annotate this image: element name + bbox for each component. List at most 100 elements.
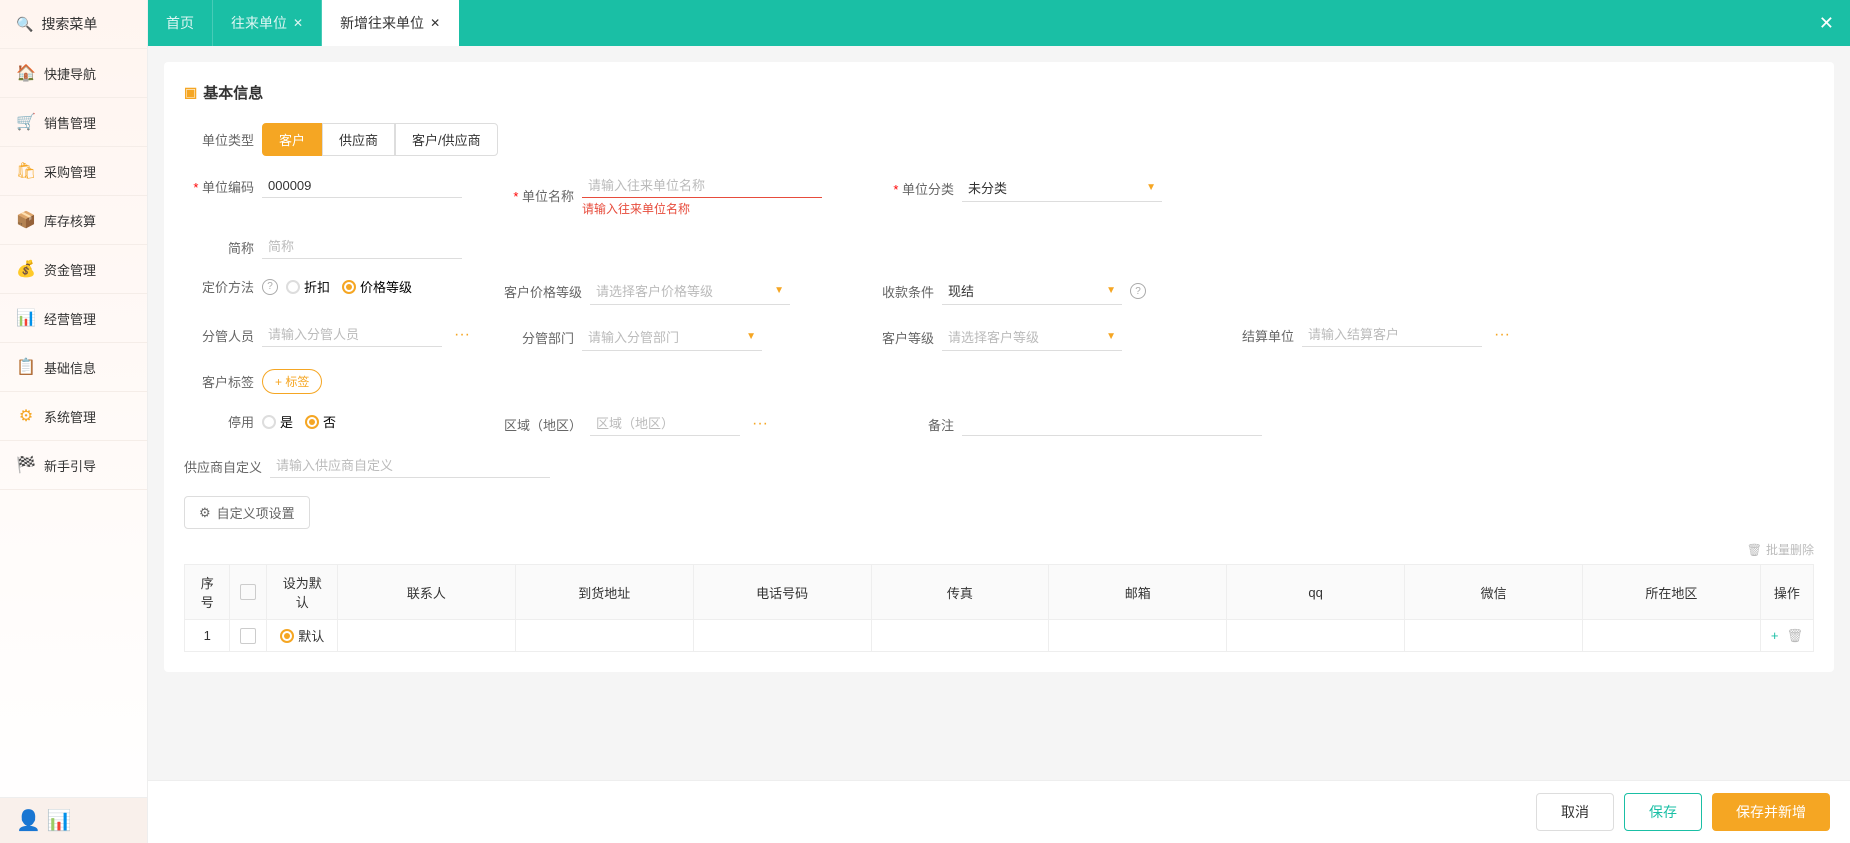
purchase-icon: 🛍 <box>16 161 36 181</box>
manager-more-btn[interactable]: ··· <box>450 326 474 344</box>
tab-home[interactable]: 首页 <box>148 0 213 46</box>
add-tag-btn[interactable]: + 标签 <box>262 369 322 394</box>
cell-phone[interactable] <box>693 620 871 652</box>
settlement-input[interactable] <box>1302 323 1482 347</box>
payment-terms-label: 收款条件 <box>864 282 934 301</box>
sidebar-item-inventory[interactable]: 📦 库存核算 <box>0 196 147 245</box>
payment-terms-select[interactable]: 现结 ▼ <box>942 277 1122 305</box>
batch-delete-label[interactable]: 批量删除 <box>1766 541 1814 558</box>
abbr-input[interactable] <box>262 235 462 259</box>
page-content: ▣ 基本信息 单位类型 客户 供应商 客户/供应商 单位编码 <box>148 46 1850 780</box>
dept-field: 分管部门 请输入分管部门 ▼ <box>504 323 864 351</box>
customer-level-arrow: ▼ <box>1106 331 1116 342</box>
customer-price-level-arrow: ▼ <box>774 285 784 296</box>
pricing-method-field: 定价方法 ? 折扣 价格等级 <box>184 277 504 296</box>
cancel-button[interactable]: 取消 <box>1536 793 1614 831</box>
cell-region[interactable] <box>1582 620 1760 652</box>
tag-field: 客户标签 + 标签 <box>184 369 504 394</box>
tag-row: 客户标签 + 标签 <box>184 369 1814 394</box>
supplier-custom-input[interactable] <box>270 454 550 478</box>
table-row: 1 默认 <box>185 620 1814 652</box>
sidebar-item-operation[interactable]: 📊 经营管理 <box>0 294 147 343</box>
custom-settings-btn[interactable]: ⚙ 自定义项设置 <box>184 496 310 529</box>
sidebar-sales-label: 销售管理 <box>44 113 96 132</box>
unit-name-error: 请输入往来单位名称 <box>582 200 822 217</box>
cell-email[interactable] <box>1049 620 1227 652</box>
disabled-region-row: 停用 是 否 区域（地区） ··· <box>184 412 1814 436</box>
radio-yes[interactable]: 是 <box>262 412 293 431</box>
unit-name-input[interactable] <box>582 174 822 198</box>
radio-no[interactable]: 否 <box>305 412 336 431</box>
custom-settings-icon: ⚙ <box>199 505 211 521</box>
main-close-btn[interactable]: ✕ <box>1803 13 1850 34</box>
disabled-radio-group: 是 否 <box>262 412 336 431</box>
dept-select[interactable]: 请输入分管部门 ▼ <box>582 323 762 351</box>
unit-type-both[interactable]: 客户/供应商 <box>395 123 498 156</box>
unit-type-customer[interactable]: 客户 <box>262 123 322 156</box>
section-title-text: 基本信息 <box>203 82 263 103</box>
cell-contact[interactable] <box>338 620 516 652</box>
row-delete-btn[interactable]: 🗑 <box>1786 628 1803 644</box>
remarks-label: 备注 <box>884 415 954 434</box>
th-address: 到货地址 <box>515 565 693 620</box>
customer-price-level-select[interactable]: 请选择客户价格等级 ▼ <box>590 277 790 305</box>
th-action: 操作 <box>1760 565 1813 620</box>
region-input[interactable] <box>590 412 740 436</box>
cell-default[interactable]: 默认 <box>267 620 338 652</box>
customer-level-field: 客户等级 请选择客户等级 ▼ <box>864 323 1224 351</box>
pricing-radio-group: 折扣 价格等级 <box>286 277 412 296</box>
save-button[interactable]: 保存 <box>1624 793 1702 831</box>
sidebar-nav-label: 快捷导航 <box>44 64 96 83</box>
tab-new-partner-close[interactable]: ✕ <box>430 16 440 30</box>
main-area: 首页 往来单位 ✕ 新增往来单位 ✕ ✕ ▣ 基本信息 单位类型 客户 <box>148 0 1850 843</box>
sidebar-purchase-label: 采购管理 <box>44 162 96 181</box>
save-new-button[interactable]: 保存并新增 <box>1712 793 1830 831</box>
unit-code-field: 单位编码 <box>184 174 504 198</box>
pricing-help-icon[interactable]: ? <box>262 279 278 295</box>
radio-yes-label: 是 <box>280 412 293 431</box>
abbr-row: 简称 <box>184 235 1814 259</box>
sidebar-item-basic[interactable]: 📋 基础信息 <box>0 343 147 392</box>
table-header: 序号 设为默认 联系人 到货地址 电话号码 传真 邮箱 qq 微信 所在地区 操… <box>185 565 1814 620</box>
settlement-more-btn[interactable]: ··· <box>1490 326 1514 344</box>
manager-row: 分管人员 ··· 分管部门 请输入分管部门 ▼ 客户等级 请选择客户等级 ▼ <box>184 323 1814 351</box>
supplier-custom-row: 供应商自定义 <box>184 454 1814 478</box>
unit-type-supplier[interactable]: 供应商 <box>322 123 395 156</box>
settlement-label: 结算单位 <box>1224 326 1294 345</box>
sidebar-item-purchase[interactable]: 🛍 采购管理 <box>0 147 147 196</box>
tab-new-partner[interactable]: 新增往来单位 ✕ <box>322 0 459 46</box>
system-icon: ⚙ <box>16 406 36 426</box>
sidebar-search[interactable]: 🔍 搜索菜单 <box>0 0 147 49</box>
sidebar-item-finance[interactable]: 💰 资金管理 <box>0 245 147 294</box>
cell-fax[interactable] <box>871 620 1049 652</box>
tab-partners-close[interactable]: ✕ <box>293 16 303 30</box>
customer-level-select[interactable]: 请选择客户等级 ▼ <box>942 323 1122 351</box>
customer-level-label: 客户等级 <box>864 328 934 347</box>
row-add-btn[interactable]: + <box>1771 628 1779 643</box>
sidebar-item-sales[interactable]: 🛒 销售管理 <box>0 98 147 147</box>
th-checkbox <box>230 565 267 620</box>
sidebar-item-newbie[interactable]: 🏁 新手引导 <box>0 441 147 490</box>
unit-category-label: 单位分类 <box>884 179 954 198</box>
cell-qq[interactable] <box>1227 620 1405 652</box>
cell-checkbox[interactable] <box>230 620 267 652</box>
unit-category-select[interactable]: 未分类 ▼ <box>962 174 1162 202</box>
radio-price-level[interactable]: 价格等级 <box>342 277 412 296</box>
sidebar-item-system[interactable]: ⚙ 系统管理 <box>0 392 147 441</box>
manager-input[interactable] <box>262 323 442 347</box>
unit-code-label: 单位编码 <box>184 177 254 196</box>
region-more-btn[interactable]: ··· <box>748 415 772 433</box>
unit-code-input[interactable] <box>262 174 462 198</box>
sidebar-newbie-label: 新手引导 <box>44 456 96 475</box>
disabled-field: 停用 是 否 <box>184 412 504 431</box>
remarks-input[interactable] <box>962 412 1262 436</box>
cell-wechat[interactable] <box>1405 620 1583 652</box>
cell-address[interactable] <box>515 620 693 652</box>
customer-price-level-field: 客户价格等级 请选择客户价格等级 ▼ <box>504 277 864 305</box>
tab-new-partner-label: 新增往来单位 <box>340 13 424 33</box>
payment-terms-help-icon[interactable]: ? <box>1130 283 1146 299</box>
batch-delete-icon: 🗑 <box>1747 543 1762 557</box>
tab-partners[interactable]: 往来单位 ✕ <box>213 0 322 46</box>
radio-discount[interactable]: 折扣 <box>286 277 330 296</box>
sidebar-item-nav[interactable]: 🏠 快捷导航 <box>0 49 147 98</box>
